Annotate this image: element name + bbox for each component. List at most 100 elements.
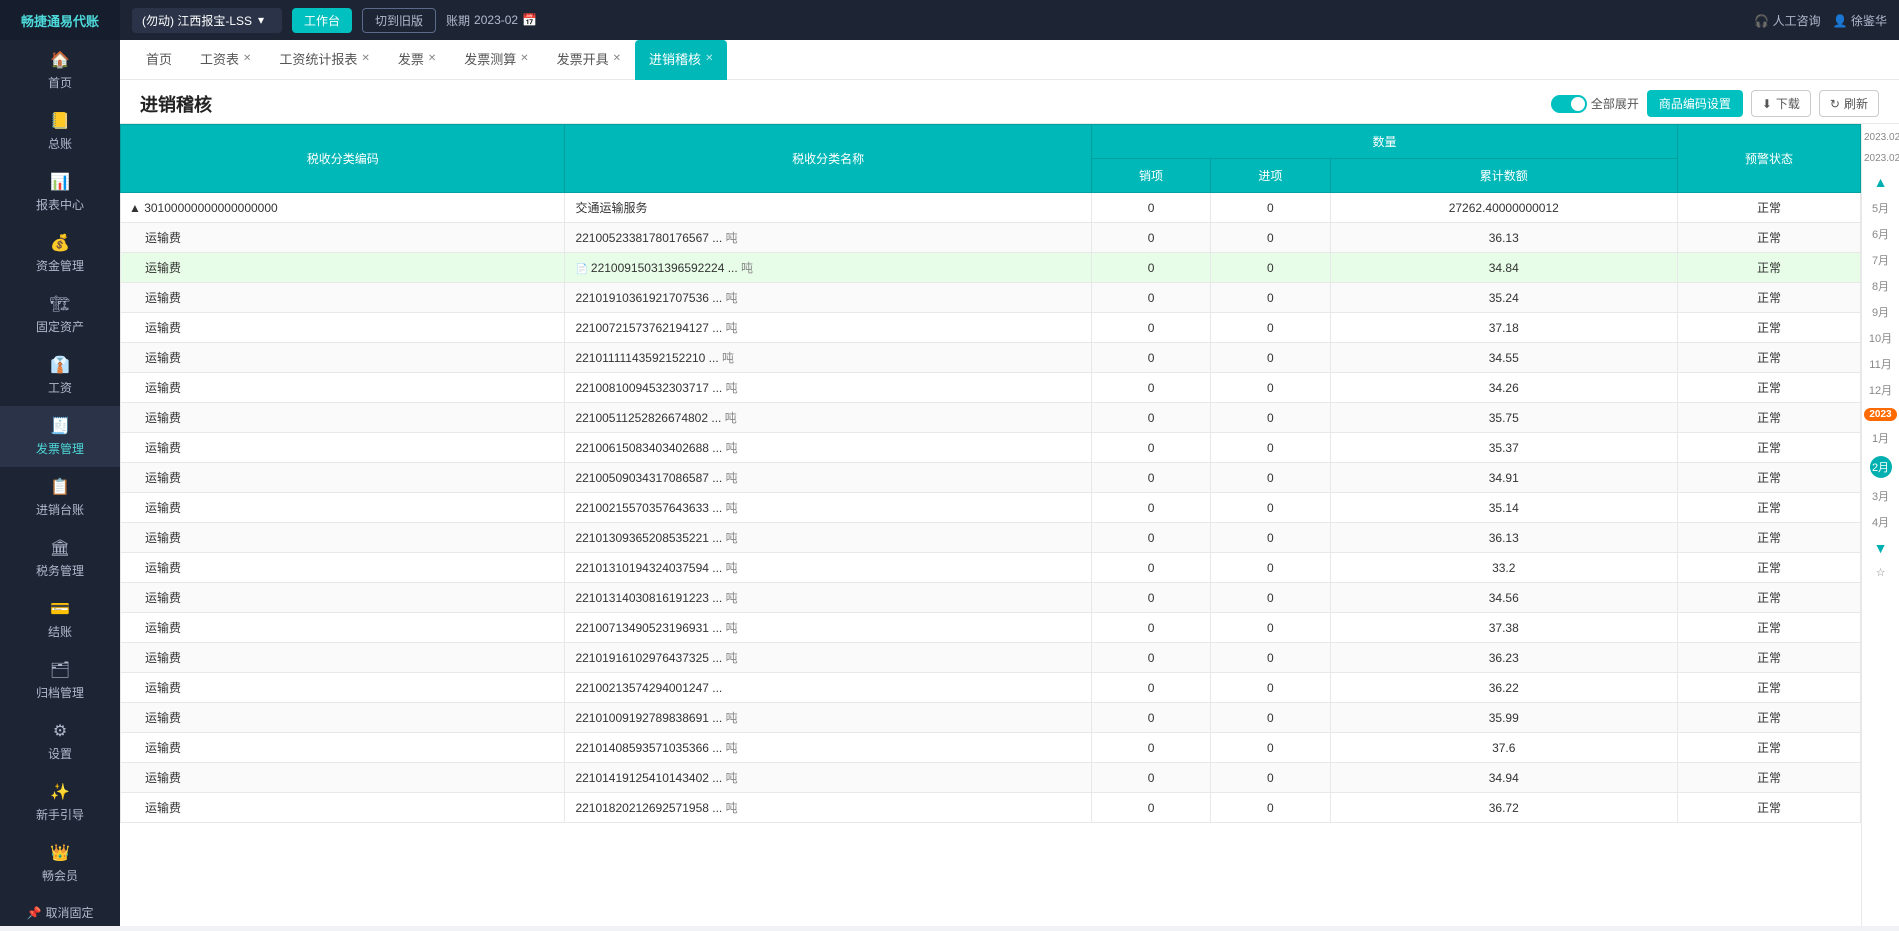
sidebar-item-home[interactable]: 🏠 首页 [0,40,120,101]
table-cell-total: 34.84 [1330,253,1678,283]
table-cell-sales: 0 [1091,223,1210,253]
headset-icon: 🎧 [1754,14,1769,28]
panel-year-top: 2023.02 [1862,128,1899,147]
sidebar-item-sales-ledger[interactable]: 📋 进销台账 [0,467,120,528]
table-cell-in: 0 [1211,703,1330,733]
table-cell-status: 正常 [1678,493,1861,523]
tab-salary-stats[interactable]: 工资统计报表 ✕ [265,40,383,80]
sidebar-item-reports[interactable]: 📊 报表中心 [0,162,120,223]
table-cell-in: 0 [1211,793,1330,823]
table-cell-sales: 0 [1091,343,1210,373]
sidebar-item-funds[interactable]: 💰 资金管理 [0,223,120,284]
calendar-icon[interactable]: 📅 [522,13,537,27]
sidebar-item-settings[interactable]: ⚙ 设置 [0,711,120,772]
tab-close-invoice-open[interactable]: ✕ [613,53,621,64]
table-cell-invoice: 22101820212692571958 ... 吨 [565,793,1091,823]
sidebar-item-settlement[interactable]: 💳 结账 [0,589,120,650]
panel-month-10[interactable]: 10月 [1862,326,1899,350]
panel-month-5[interactable]: 5月 [1862,196,1899,220]
ledger-icon: 📒 [50,111,70,131]
panel-month-7[interactable]: 7月 [1862,248,1899,272]
table-cell-sales: 0 [1091,583,1210,613]
table-cell-invoice: 22100215570357643633 ... 吨 [565,493,1091,523]
table-cell-in: 0 [1211,343,1330,373]
table-cell-sales: 0 [1091,193,1210,223]
table-row: 运输费 [121,733,565,763]
col-sales: 销项 [1091,159,1210,193]
table-cell-in: 0 [1211,733,1330,763]
sidebar-item-archive[interactable]: 🗂 归档管理 [0,650,120,711]
period-info: 账期 2023-02 📅 [446,12,537,29]
company-selector[interactable]: (勿动) 江西报宝-LSS ▾ [132,8,282,33]
download-button[interactable]: ⬇ 下载 [1751,90,1811,117]
sidebar-item-invoices[interactable]: 🧾 发票管理 [0,406,120,467]
refresh-button[interactable]: ↻ 刷新 [1819,90,1879,117]
tab-close-sales-check[interactable]: ✕ [705,53,713,64]
unpin-button[interactable]: 📌 取消固定 [0,894,120,931]
support-link[interactable]: 🎧 人工咨询 [1754,12,1820,29]
col-tax-code: 税收分类编码 [121,125,565,193]
tab-close-invoice[interactable]: ✕ [428,53,436,64]
panel-month-4[interactable]: 4月 [1862,510,1899,534]
product-code-button[interactable]: 商品编码设置 [1647,90,1743,117]
workbench-button[interactable]: 工作台 [292,8,352,33]
panel-nav-down[interactable]: ▼ [1862,536,1899,560]
sidebar-item-guide[interactable]: ✨ 新手引导 [0,772,120,833]
tab-close-salary-table[interactable]: ✕ [243,53,251,64]
table-cell-total: 34.26 [1330,373,1678,403]
panel-month-3[interactable]: 3月 [1862,484,1899,508]
panel-month-2-current[interactable]: 2月 [1862,452,1899,482]
table-cell-in: 0 [1211,763,1330,793]
panel-month-9[interactable]: 9月 [1862,300,1899,324]
table-cell-in: 0 [1211,583,1330,613]
table-cell-total: 35.24 [1330,283,1678,313]
salary-icon: 👔 [50,355,70,375]
table-cell-invoice: 22100509034317086587 ... 吨 [565,463,1091,493]
sidebar: 畅捷通易代账 🏠 首页 📒 总账 📊 报表中心 💰 资金管理 🏗 固定资产 👔 … [0,0,120,926]
user-info[interactable]: 👤 徐鉴华 [1833,12,1887,29]
tab-close-salary-stats[interactable]: ✕ [361,53,369,64]
sidebar-item-member[interactable]: 👑 畅会员 [0,833,120,894]
panel-nav-up[interactable]: ▲ [1862,170,1899,194]
sidebar-item-fixed-assets[interactable]: 🏗 固定资产 [0,284,120,345]
panel-month-6[interactable]: 6月 [1862,222,1899,246]
topbar-right: 🎧 人工咨询 👤 徐鉴华 [1754,12,1887,29]
sidebar-item-salary[interactable]: 👔 工资 [0,345,120,406]
table-cell-status: 正常 [1678,463,1861,493]
panel-month-8[interactable]: 8月 [1862,274,1899,298]
tax-icon: 🏛 [50,538,70,558]
panel-fav[interactable]: ☆ [1862,562,1899,583]
table-cell-total: 36.72 [1330,793,1678,823]
table-cell-invoice: 22100810094532303717 ... 吨 [565,373,1091,403]
tab-invoice[interactable]: 发票 ✕ [384,40,450,80]
switch-old-button[interactable]: 切到旧版 [362,8,436,33]
topbar: (勿动) 江西报宝-LSS ▾ 工作台 切到旧版 账期 2023-02 📅 🎧 … [120,0,1899,40]
panel-month-11[interactable]: 11月 [1862,352,1899,376]
current-month-badge[interactable]: 2月 [1870,456,1892,478]
sidebar-item-ledger[interactable]: 📒 总账 [0,101,120,162]
panel-month-1[interactable]: 1月 [1862,426,1899,450]
table-cell-total: 35.75 [1330,403,1678,433]
tab-salary-table[interactable]: 工资表 ✕ [186,40,265,80]
company-name: (勿动) 江西报宝-LSS [142,12,252,29]
table-cell-total: 35.37 [1330,433,1678,463]
table-row: 运输费 [121,763,565,793]
panel-month-12[interactable]: 12月 [1862,378,1899,402]
table-cell-sales: 0 [1091,763,1210,793]
page-title: 进销稽核 [140,91,212,117]
toggle-expand[interactable]: 全部展开 [1551,95,1639,113]
table-cell-sales: 0 [1091,673,1210,703]
table-cell-status: 正常 [1678,793,1861,823]
table-cell-status: 正常 [1678,583,1861,613]
table-area: 税收分类编码 税收分类名称 数量 预警状态 销项 进项 累计数额 ▲ 30100… [120,124,1861,926]
archive-icon: 🗂 [50,660,70,680]
table-cell-status: 正常 [1678,763,1861,793]
toggle-switch[interactable] [1551,95,1587,113]
tab-home[interactable]: 首页 [132,40,186,80]
sidebar-item-tax[interactable]: 🏛 税务管理 [0,528,120,589]
tab-invoice-calc[interactable]: 发票测算 ✕ [450,40,542,80]
page-actions: 全部展开 商品编码设置 ⬇ 下载 ↻ 刷新 [1551,90,1879,117]
tab-invoice-open[interactable]: 发票开具 ✕ [543,40,635,80]
tab-close-invoice-calc[interactable]: ✕ [520,53,528,64]
tab-sales-check[interactable]: 进销稽核 ✕ [635,40,727,80]
